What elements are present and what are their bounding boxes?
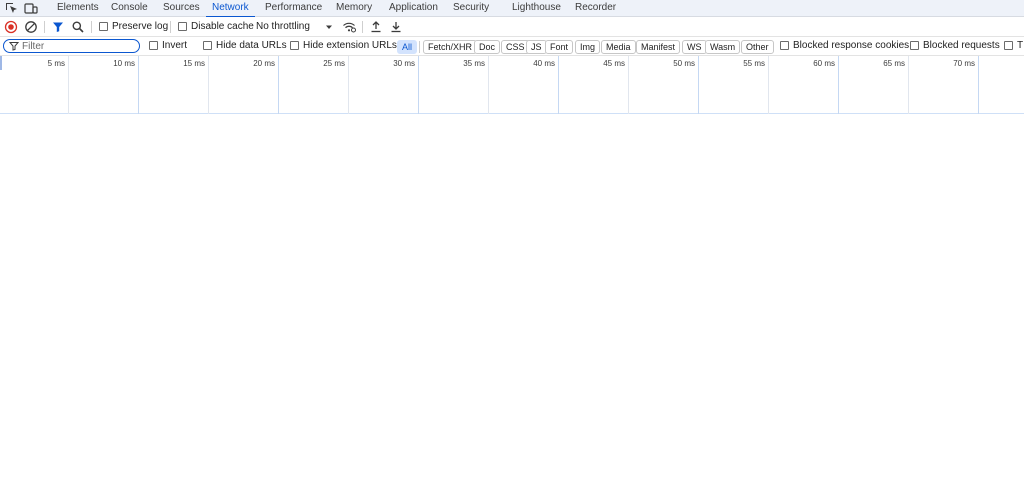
tab-memory[interactable]: Memory [336,0,372,17]
timeline-tick-label: 25 ms [323,59,345,68]
tab-performance[interactable]: Performance [265,0,322,17]
inspect-element-icon[interactable] [5,2,19,15]
blocked-response-cookies-label: Blocked response cookies [793,40,910,51]
network-toolbar: Preserve log Disable cache No throttling [0,17,1024,37]
timeline-tick-label: 20 ms [253,59,275,68]
timeline-start-marker [0,56,2,70]
timeline-tick-label: 45 ms [603,59,625,68]
preserve-log-checkbox[interactable] [99,22,108,31]
timeline-tick-label: 40 ms [533,59,555,68]
timeline-tick-label: 10 ms [113,59,135,68]
timeline-gridline [348,56,349,114]
toolbar-divider [362,21,363,33]
type-filter-media[interactable]: Media [601,40,636,54]
blocked-requests-checkbox[interactable] [910,41,919,50]
type-filter-wasm[interactable]: Wasm [705,40,741,54]
stop-recording-icon[interactable] [4,20,18,34]
timeline-gridline [628,56,629,114]
type-filter-all[interactable]: All [397,40,418,54]
timeline-tick-label: 15 ms [183,59,205,68]
hide-data-urls-label: Hide data URLs [216,40,287,51]
filter-funnel-icon [8,41,20,51]
toolbar-divider [170,21,171,33]
dropdown-arrow-icon[interactable] [324,21,334,33]
timeline-gridline [488,56,489,114]
invert-checkbox[interactable] [149,41,158,50]
timeline-tick-label: 50 ms [673,59,695,68]
tab-lighthouse[interactable]: Lighthouse [512,0,561,17]
network-conditions-icon[interactable] [342,20,356,34]
type-filter-other[interactable]: Other [741,40,774,54]
type-filter-manifest[interactable]: Manifest [636,40,681,54]
timeline-gridline [278,56,279,114]
timeline-gridline [768,56,769,114]
search-icon[interactable] [71,20,85,34]
timeline-tick-label: 70 ms [953,59,975,68]
export-har-icon[interactable] [389,20,403,34]
timeline-tick-label: 60 ms [813,59,835,68]
devtools-tab-bar: Elements Console Sources Network Perform… [0,0,1024,18]
tab-recorder[interactable]: Recorder [575,0,616,17]
timeline-gridline [418,56,419,114]
network-filter-bar: Invert Hide data URLs Hide extension URL… [0,37,1024,56]
network-overview-timeline[interactable]: 5 ms 10 ms 15 ms 20 ms 25 ms 30 ms 35 ms 40 ms 4… [0,56,1024,114]
timeline-gridline [558,56,559,114]
type-filter-doc[interactable]: Doc [474,40,501,54]
blocked-response-cookies-checkbox[interactable] [780,41,789,50]
timeline-tick-label: 5 ms [47,59,65,68]
filter-field[interactable] [3,39,140,53]
filter-divider [419,41,420,53]
timeline-gridline [698,56,699,114]
tab-sources[interactable]: Sources [163,0,200,17]
timeline-gridline [838,56,839,114]
toolbar-divider [91,21,92,33]
disable-cache-label: Disable cache [191,21,254,32]
hide-extension-urls-checkbox[interactable] [290,41,299,50]
tab-network[interactable]: Network [206,0,255,18]
hide-extension-urls-label: Hide extension URLs [303,40,397,51]
third-party-requests-label: T [1017,40,1024,51]
toolbar-divider [44,21,45,33]
timeline-gridline [208,56,209,114]
tab-security[interactable]: Security [453,0,489,17]
third-party-requests-checkbox[interactable] [1004,41,1013,50]
preserve-log-label: Preserve log [112,21,169,32]
type-filter-ws[interactable]: WS [682,40,707,54]
blocked-requests-label: Blocked requests [923,40,1000,51]
import-har-icon[interactable] [369,20,383,34]
hide-data-urls-checkbox[interactable] [203,41,212,50]
device-toolbar-icon[interactable] [24,2,38,15]
tab-elements[interactable]: Elements [57,0,99,17]
timeline-tick-label: 65 ms [883,59,905,68]
timeline-tick-label: 55 ms [743,59,765,68]
clear-icon[interactable] [24,20,38,34]
filter-input[interactable] [22,40,132,52]
tab-application[interactable]: Application [389,0,438,17]
disable-cache-checkbox[interactable] [178,22,187,31]
tab-console[interactable]: Console [111,0,148,17]
invert-label: Invert [162,40,188,51]
throttling-select[interactable]: No throttling [256,17,310,37]
timeline-tick-label: 35 ms [463,59,485,68]
filter-icon[interactable] [51,20,65,34]
timeline-gridline [138,56,139,114]
type-filter-font[interactable]: Font [545,40,574,54]
timeline-gridline [908,56,909,114]
timeline-gridline [68,56,69,114]
type-filter-fetch-xhr[interactable]: Fetch/XHR [423,40,478,54]
type-filter-js[interactable]: JS [526,40,547,54]
type-filter-img[interactable]: Img [575,40,601,54]
timeline-gridline [978,56,979,114]
timeline-tick-label: 30 ms [393,59,415,68]
